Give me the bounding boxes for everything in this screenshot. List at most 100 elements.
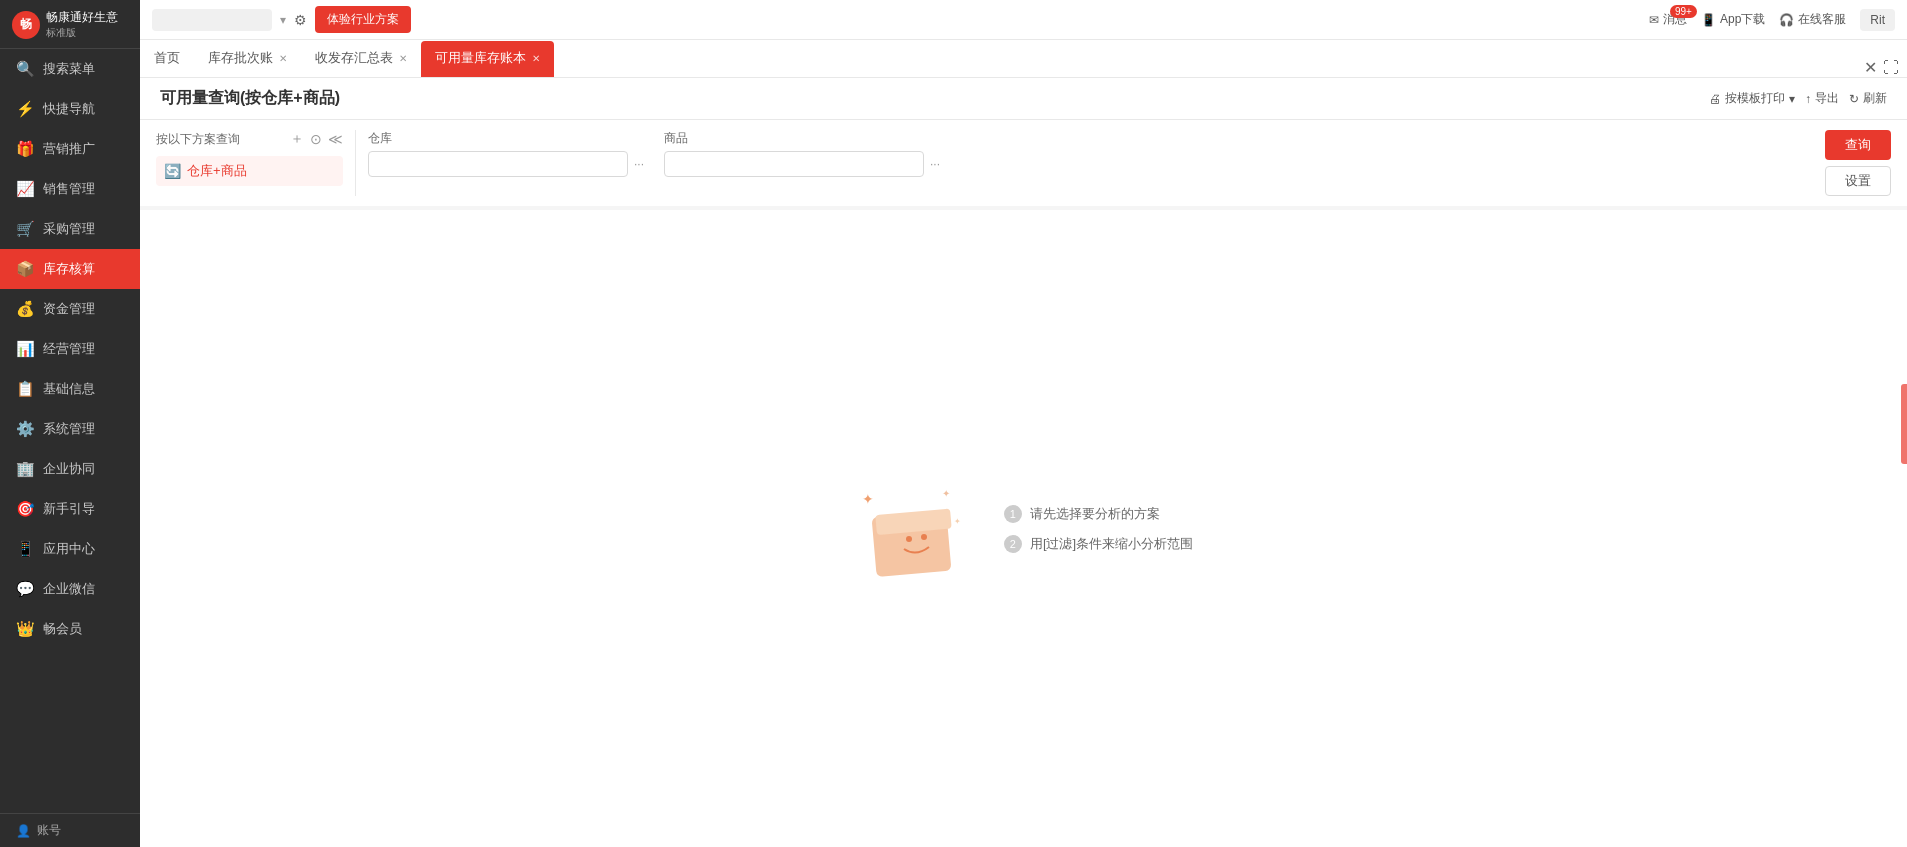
tab-batch-account-close[interactable]: ✕ bbox=[279, 53, 287, 64]
tab-receipt-summary-label: 收发存汇总表 bbox=[315, 49, 393, 67]
industry-btn[interactable]: 体验行业方案 bbox=[315, 6, 411, 33]
hint-text-1: 请先选择要分析的方案 bbox=[1030, 505, 1160, 523]
topbar-user[interactable]: Rit bbox=[1860, 9, 1895, 31]
sidebar-item-member[interactable]: 👑 畅会员 bbox=[0, 609, 140, 649]
filter-group-product: 商品 ··· bbox=[664, 130, 940, 177]
product-label: 商品 bbox=[664, 130, 940, 147]
tab-available-ledger-label: 可用量库存账本 bbox=[435, 49, 526, 67]
warehouse-more-btn[interactable]: ··· bbox=[634, 157, 644, 171]
sidebar-item-newbie[interactable]: 🎯 新手引导 bbox=[0, 489, 140, 529]
export-btn[interactable]: ↑ 导出 bbox=[1805, 90, 1839, 107]
settings-btn[interactable]: 设置 bbox=[1825, 166, 1891, 196]
sidebar-label-enterprise: 企业协同 bbox=[43, 460, 95, 478]
sidebar-label-basics: 基础信息 bbox=[43, 380, 95, 398]
refresh-icon: ↻ bbox=[1849, 92, 1859, 106]
sidebar-item-appstore[interactable]: 📱 应用中心 bbox=[0, 529, 140, 569]
topbar-gear-icon[interactable]: ⚙ bbox=[294, 12, 307, 28]
topbar-search-input[interactable] bbox=[152, 9, 272, 31]
sidebar-item-enterprise[interactable]: 🏢 企业协同 bbox=[0, 449, 140, 489]
scheme-settings-btn[interactable]: ⊙ bbox=[310, 130, 322, 148]
newbie-icon: 🎯 bbox=[16, 500, 35, 518]
product-more-btn[interactable]: ··· bbox=[930, 157, 940, 171]
sidebar-label-shortcut: 快捷导航 bbox=[43, 100, 95, 118]
search-icon: 🔍 bbox=[16, 60, 35, 78]
tab-batch-account[interactable]: 库存批次账 ✕ bbox=[194, 41, 301, 77]
page-area: 可用量查询(按仓库+商品) 🖨 按模板打印 ▾ ↑ 导出 ↻ 刷新 bbox=[140, 78, 1907, 847]
empty-hint-1: 1 请先选择要分析的方案 bbox=[1004, 505, 1193, 523]
sidebar-label-newbie: 新手引导 bbox=[43, 500, 95, 518]
warehouse-label: 仓库 bbox=[368, 130, 644, 147]
tab-end-buttons: ✕ ⛶ bbox=[1864, 58, 1907, 77]
empty-hint-2: 2 用[过滤]条件来缩小分析范围 bbox=[1004, 535, 1193, 553]
sidebar-item-system[interactable]: ⚙️ 系统管理 bbox=[0, 409, 140, 449]
empty-hints: 1 请先选择要分析的方案 2 用[过滤]条件来缩小分析范围 bbox=[1004, 505, 1193, 553]
sidebar-label-member: 畅会员 bbox=[43, 620, 82, 638]
sidebar-item-operations[interactable]: 📊 经营管理 bbox=[0, 329, 140, 369]
scheme-item-label: 仓库+商品 bbox=[187, 162, 247, 180]
logo-icon: 畅 bbox=[12, 11, 40, 39]
topbar-dropdown-arrow[interactable]: ▾ bbox=[280, 13, 286, 27]
operations-icon: 📊 bbox=[16, 340, 35, 358]
system-icon: ⚙️ bbox=[16, 420, 35, 438]
tab-receipt-summary-close[interactable]: ✕ bbox=[399, 53, 407, 64]
filter-group-warehouse: 仓库 ··· bbox=[368, 130, 644, 177]
topbar-message[interactable]: ✉ 消息 99+ bbox=[1649, 11, 1687, 28]
tab-receipt-summary[interactable]: 收发存汇总表 ✕ bbox=[301, 41, 421, 77]
refresh-btn[interactable]: ↻ 刷新 bbox=[1849, 90, 1887, 107]
filter-right: 仓库 ··· 商品 ··· 查询 设置 bbox=[368, 130, 1891, 196]
sidebar-item-purchase[interactable]: 🛒 采购管理 bbox=[0, 209, 140, 249]
purchase-icon: 🛒 bbox=[16, 220, 35, 238]
print-icon: 🖨 bbox=[1709, 92, 1721, 106]
tab-expand-btn[interactable]: ⛶ bbox=[1883, 59, 1899, 77]
sidebar-item-marketing[interactable]: 🎁 营销推广 bbox=[0, 129, 140, 169]
topbar-app-download[interactable]: 📱 App下载 bbox=[1701, 11, 1765, 28]
sidebar-scroll: 🔍 搜索菜单 ⚡ 快捷导航 🎁 营销推广 📈 销售管理 🛒 采购管理 📦 库存核… bbox=[0, 49, 140, 813]
sidebar-item-finance[interactable]: 💰 资金管理 bbox=[0, 289, 140, 329]
sidebar-item-search[interactable]: 🔍 搜索菜单 bbox=[0, 49, 140, 89]
bottom-user-label: 账号 bbox=[37, 822, 61, 839]
message-badge: 99+ bbox=[1670, 5, 1697, 18]
sidebar-label-marketing: 营销推广 bbox=[43, 140, 95, 158]
scheme-collapse-btn[interactable]: ≪ bbox=[328, 130, 343, 148]
tabs-bar: 首页 库存批次账 ✕ 收发存汇总表 ✕ 可用量库存账本 ✕ ✕ ⛶ bbox=[140, 40, 1907, 78]
member-icon: 👑 bbox=[16, 620, 35, 638]
product-input[interactable] bbox=[664, 151, 924, 177]
sidebar-label-operations: 经营管理 bbox=[43, 340, 95, 358]
scheme-label: 按以下方案查询 bbox=[156, 131, 240, 148]
sidebar-item-basics[interactable]: 📋 基础信息 bbox=[0, 369, 140, 409]
service-label: 在线客服 bbox=[1798, 11, 1846, 28]
svg-text:✦: ✦ bbox=[862, 491, 874, 507]
page-header: 可用量查询(按仓库+商品) 🖨 按模板打印 ▾ ↑ 导出 ↻ 刷新 bbox=[140, 78, 1907, 120]
empty-state: ✦ ✦ ✦ 1 请先选择要分析的方案 2 用[过滤]条件来缩小分析范围 bbox=[140, 210, 1907, 847]
sidebar-item-inventory[interactable]: 📦 库存核算 bbox=[0, 249, 140, 289]
marketing-icon: 🎁 bbox=[16, 140, 35, 158]
sidebar-item-shortcut[interactable]: ⚡ 快捷导航 bbox=[0, 89, 140, 129]
tab-home[interactable]: 首页 bbox=[140, 41, 194, 77]
topbar-right: ✉ 消息 99+ 📱 App下载 🎧 在线客服 Rit bbox=[1649, 9, 1895, 31]
topbar: ▾ ⚙ 体验行业方案 ✉ 消息 99+ 📱 App下载 🎧 在线客服 Rit bbox=[140, 0, 1907, 40]
app-name: 畅康通好生意 bbox=[46, 10, 118, 26]
scheme-item-warehouse-product[interactable]: 🔄 仓库+商品 bbox=[156, 156, 343, 186]
page-title: 可用量查询(按仓库+商品) bbox=[160, 88, 340, 109]
empty-illustration: ✦ ✦ ✦ bbox=[854, 469, 974, 589]
sidebar-item-sales[interactable]: 📈 销售管理 bbox=[0, 169, 140, 209]
right-scroll-indicator bbox=[1901, 384, 1907, 464]
sidebar-label-system: 系统管理 bbox=[43, 420, 95, 438]
tab-available-ledger[interactable]: 可用量库存账本 ✕ bbox=[421, 41, 554, 77]
sidebar-label-sales: 销售管理 bbox=[43, 180, 95, 198]
warehouse-input[interactable] bbox=[368, 151, 628, 177]
tab-batch-account-label: 库存批次账 bbox=[208, 49, 273, 67]
topbar-service[interactable]: 🎧 在线客服 bbox=[1779, 11, 1846, 28]
scheme-add-btn[interactable]: ＋ bbox=[290, 130, 304, 148]
app-label: App下载 bbox=[1720, 11, 1765, 28]
tab-close-btn[interactable]: ✕ bbox=[1864, 58, 1877, 77]
svg-text:✦: ✦ bbox=[942, 488, 950, 499]
tab-available-ledger-close[interactable]: ✕ bbox=[532, 53, 540, 64]
sidebar-item-wechat[interactable]: 💬 企业微信 bbox=[0, 569, 140, 609]
query-btn[interactable]: 查询 bbox=[1825, 130, 1891, 160]
print-arrow: ▾ bbox=[1789, 92, 1795, 106]
basics-icon: 📋 bbox=[16, 380, 35, 398]
tab-home-label: 首页 bbox=[154, 49, 180, 67]
print-btn[interactable]: 🖨 按模板打印 ▾ bbox=[1709, 90, 1795, 107]
hint-text-2: 用[过滤]条件来缩小分析范围 bbox=[1030, 535, 1193, 553]
